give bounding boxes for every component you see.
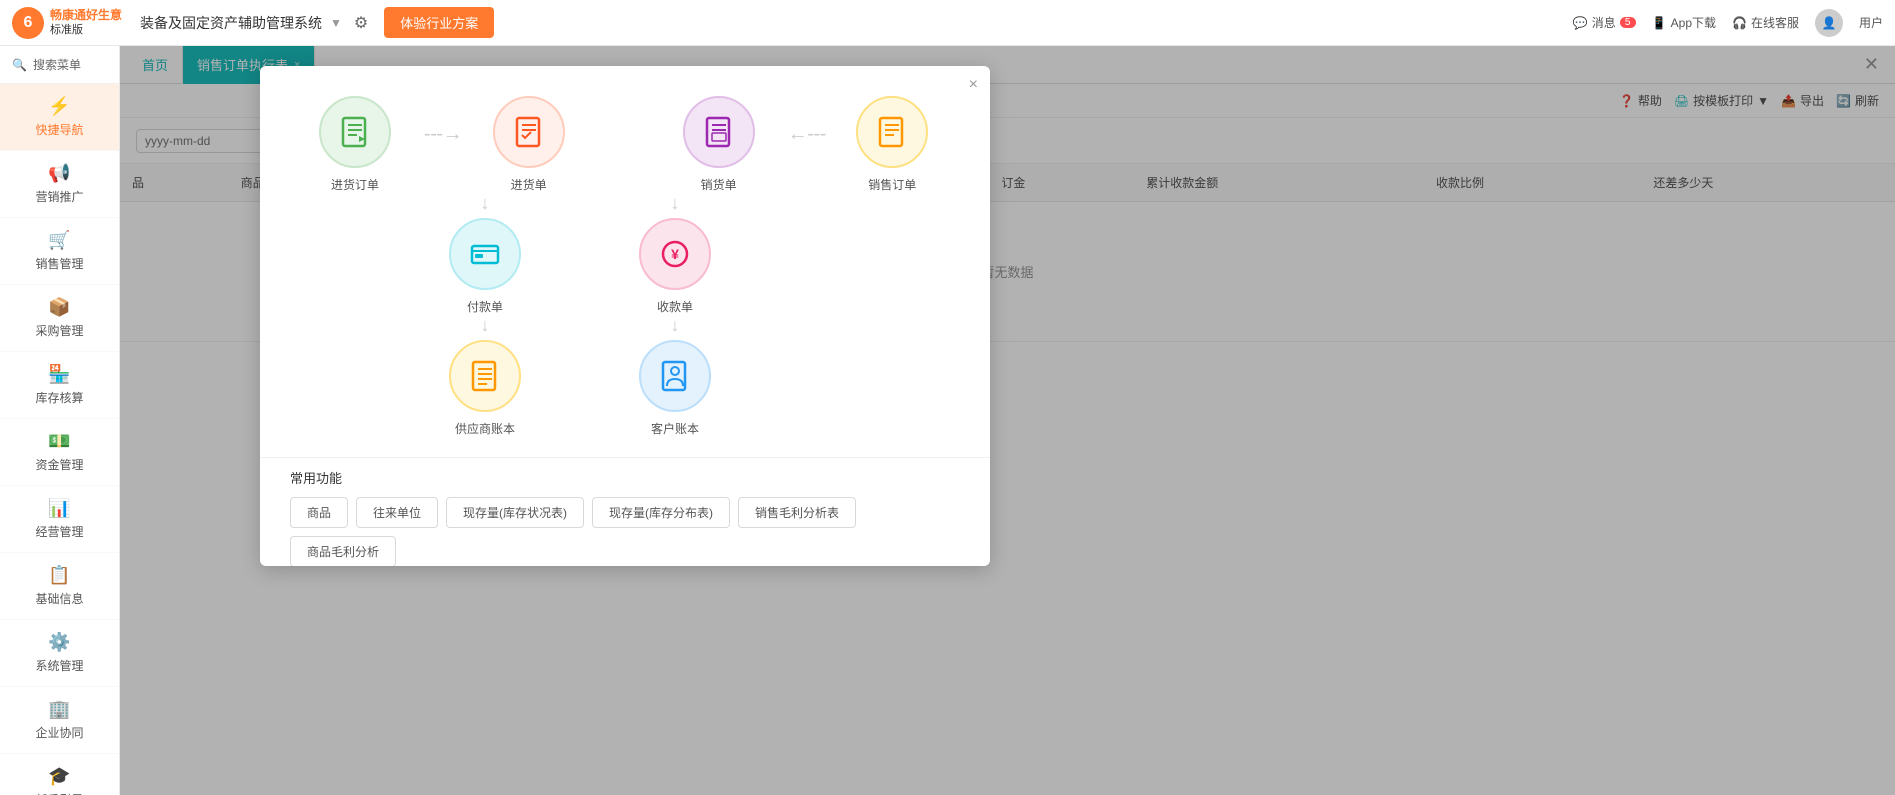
logo-icon: 6 — [12, 7, 44, 39]
user-name[interactable]: 用户 — [1859, 14, 1883, 31]
func-btn-stock-dist[interactable]: 现存量(库存分布表) — [592, 497, 730, 528]
sales-receipt-circle[interactable] — [683, 96, 755, 168]
flow-node-supplier-account[interactable]: 供应商账本 — [420, 340, 550, 437]
purchase-receipt-label: 进货单 — [511, 176, 547, 193]
sidebar-item-quick-nav[interactable]: ⚡ 快捷导航 — [0, 84, 119, 151]
payment-circle[interactable] — [449, 218, 521, 290]
download-icon: 📱 — [1652, 16, 1667, 30]
message-badge: 5 — [1620, 17, 1636, 28]
flow-node-purchase-receipt[interactable]: 进货单 — [464, 96, 594, 193]
modal-overlay: × 进货订单 - - - → — [120, 46, 1895, 795]
sidebar-item-inventory[interactable]: 🏪 库存核算 — [0, 352, 119, 419]
flow-node-sales-order[interactable]: 销售订单 — [827, 96, 957, 193]
flow-node-purchase-order[interactable]: 进货订单 — [290, 96, 420, 193]
flow-node-sales-receipt[interactable]: 销货单 — [654, 96, 784, 193]
common-functions: 常用功能 商品 往来单位 现存量(库存状况表) 现存量(库存分布表) 销售毛利分… — [260, 457, 990, 566]
enterprise-icon: 🏢 — [48, 699, 70, 720]
message-btn[interactable]: 💬 消息 5 — [1573, 14, 1636, 31]
common-functions-title: 常用功能 — [290, 468, 960, 487]
purchase-order-label: 进货订单 — [331, 176, 379, 193]
message-icon: 💬 — [1573, 16, 1588, 30]
sales-icon: 🛒 — [48, 230, 70, 251]
svg-text:¥: ¥ — [671, 246, 679, 262]
customer-account-label: 客户账本 — [651, 420, 699, 437]
sidebar-item-sys-mgmt[interactable]: ⚙️ 系统管理 — [0, 620, 119, 687]
supplier-account-circle[interactable] — [449, 340, 521, 412]
marketing-icon: 📢 — [48, 163, 70, 184]
service-icon: 🎧 — [1732, 16, 1747, 30]
receipt-circle[interactable]: ¥ — [639, 218, 711, 290]
sidebar-item-purchase[interactable]: 📦 采购管理 — [0, 285, 119, 352]
func-buttons-row1: 商品 往来单位 现存量(库存状况表) 现存量(库存分布表) 销售毛利分析表 商品… — [290, 497, 960, 566]
func-btn-stock-status[interactable]: 现存量(库存状况表) — [446, 497, 584, 528]
sales-order-label: 销售订单 — [868, 176, 916, 193]
app-download-btn[interactable]: 📱 App下载 — [1652, 14, 1716, 31]
beginner-icon: 🎓 — [48, 766, 70, 787]
sidebar-item-beginner[interactable]: 🎓 新手引导 — [0, 754, 119, 795]
avatar: 👤 — [1815, 9, 1843, 37]
sales-receipt-label: 销货单 — [701, 176, 737, 193]
inventory-icon: 🏪 — [48, 364, 70, 385]
sales-order-circle[interactable] — [856, 96, 928, 168]
sidebar: 🔍 搜索菜单 ⚡ 快捷导航 📢 营销推广 🛒 销售管理 📦 采购管理 🏪 库存核… — [0, 46, 120, 795]
purchase-icon: 📦 — [48, 297, 70, 318]
quick-nav-icon: ⚡ — [48, 96, 70, 117]
func-btn-product[interactable]: 商品 — [290, 497, 348, 528]
sidebar-item-sales[interactable]: 🛒 销售管理 — [0, 218, 119, 285]
online-service-btn[interactable]: 🎧 在线客服 — [1732, 14, 1799, 31]
customer-account-circle[interactable] — [639, 340, 711, 412]
quick-nav-modal: × 进货订单 - - - → — [260, 66, 990, 566]
func-btn-product-gross[interactable]: 商品毛利分析 — [290, 536, 396, 566]
experience-btn[interactable]: 体验行业方案 — [384, 7, 494, 38]
flow-node-customer-account[interactable]: 客户账本 — [610, 340, 740, 437]
sys-mgmt-icon: ⚙️ — [48, 632, 70, 653]
header-right: 💬 消息 5 📱 App下载 🎧 在线客服 👤 用户 — [1573, 9, 1883, 37]
basic-info-icon: 📋 — [48, 565, 70, 586]
top-header: 6 畅康通好生意 标准版 装备及固定资产辅助管理系统 ▼ ⚙ 体验行业方案 💬 … — [0, 0, 1895, 46]
system-title-area: 装备及固定资产辅助管理系统 ▼ ⚙ 体验行业方案 — [140, 7, 1573, 38]
sidebar-item-finance[interactable]: 💵 资金管理 — [0, 419, 119, 486]
purchase-order-circle[interactable] — [319, 96, 391, 168]
flow-diagram: 进货订单 - - - → 进货单 — [260, 66, 990, 457]
content-area: 首页 销售订单执行表 × ✕ ❓ 帮助 🖨 按模板打印 ▼ 📤 导出 — [120, 46, 1895, 795]
supplier-account-label: 供应商账本 — [455, 420, 515, 437]
sidebar-item-enterprise[interactable]: 🏢 企业协同 — [0, 687, 119, 754]
purchase-receipt-circle[interactable] — [493, 96, 565, 168]
search-menu-btn[interactable]: 🔍 搜索菜单 — [0, 46, 119, 84]
sidebar-item-operations[interactable]: 📊 经营管理 — [0, 486, 119, 553]
search-icon: 🔍 — [12, 58, 27, 72]
system-dropdown-btn[interactable]: ▼ — [330, 16, 342, 30]
logo-area: 6 畅康通好生意 标准版 — [12, 7, 132, 39]
flow-node-payment[interactable]: 付款单 — [420, 218, 550, 315]
func-btn-sales-gross[interactable]: 销售毛利分析表 — [738, 497, 856, 528]
sidebar-item-marketing[interactable]: 📢 营销推广 — [0, 151, 119, 218]
system-title: 装备及固定资产辅助管理系统 — [140, 13, 322, 33]
flow-node-receipt[interactable]: ¥ 收款单 — [610, 218, 740, 315]
payment-label: 付款单 — [467, 298, 503, 315]
func-btn-counterpart[interactable]: 往来单位 — [356, 497, 438, 528]
operations-icon: 📊 — [48, 498, 70, 519]
logo-text: 畅康通好生意 标准版 — [50, 8, 122, 38]
sidebar-item-basic-info[interactable]: 📋 基础信息 — [0, 553, 119, 620]
finance-icon: 💵 — [48, 431, 70, 452]
settings-btn[interactable]: ⚙ — [354, 13, 368, 33]
receipt-label: 收款单 — [657, 298, 693, 315]
main-layout: 🔍 搜索菜单 ⚡ 快捷导航 📢 营销推广 🛒 销售管理 📦 采购管理 🏪 库存核… — [0, 46, 1895, 795]
modal-close-btn[interactable]: × — [969, 76, 978, 94]
